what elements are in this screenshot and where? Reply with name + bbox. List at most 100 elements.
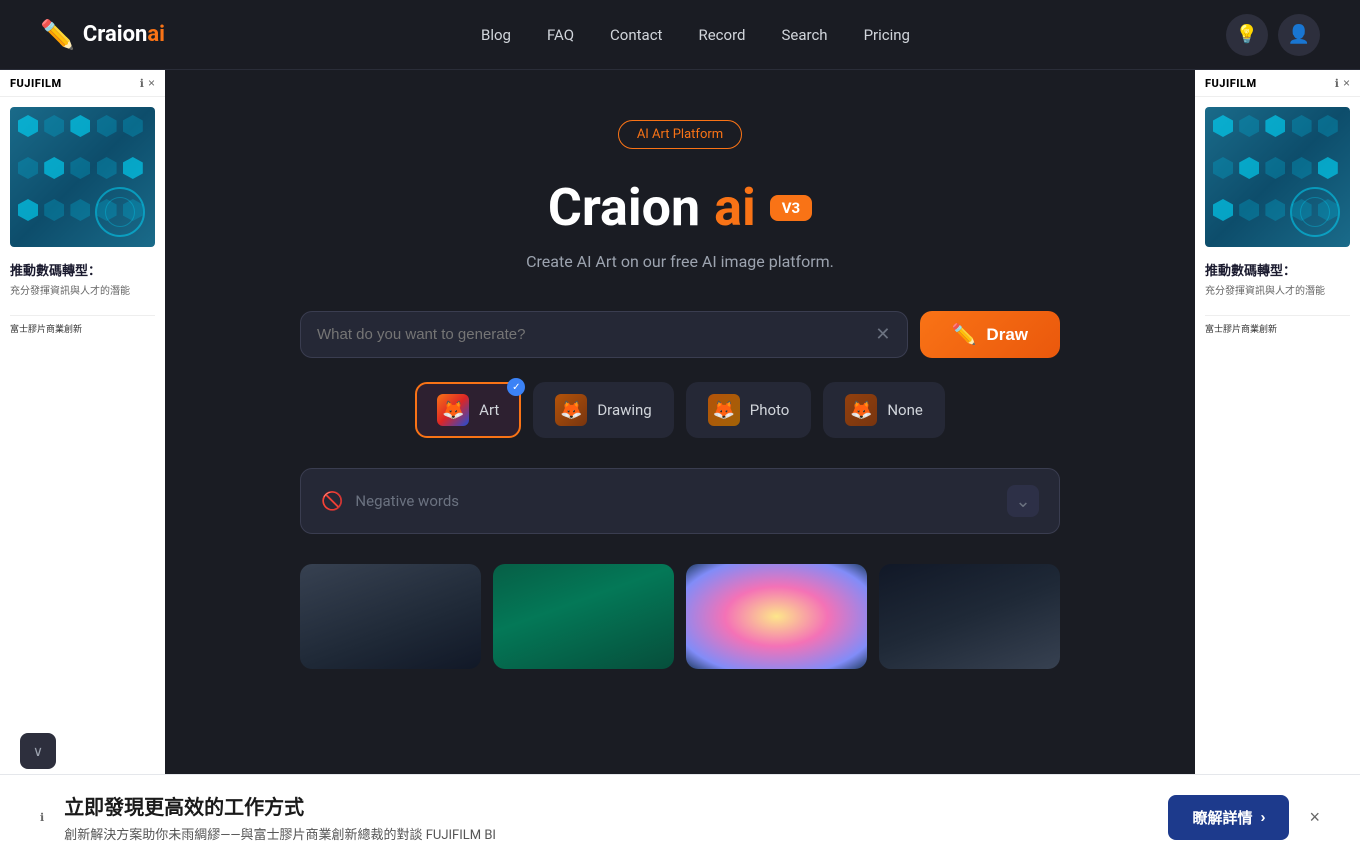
ad-close-right[interactable]: × [1343, 76, 1350, 90]
ad-title-left: 推動數碼轉型： [10, 263, 155, 281]
gallery-item-1[interactable] [300, 564, 481, 669]
negative-words-bar[interactable]: 🚫 Negative words ⌄ [300, 468, 1060, 534]
ad-circle-deco [95, 187, 145, 237]
gallery-item-4[interactable] [879, 564, 1060, 669]
bottom-ad-cta-arrow: › [1260, 809, 1265, 826]
user-account-button[interactable]: 👤 [1278, 14, 1320, 56]
clear-input-button[interactable]: ✕ [875, 324, 890, 345]
hex-cell [97, 157, 117, 179]
image-gallery [300, 564, 1060, 669]
heading-ai: ai [714, 177, 756, 238]
style-drawing-label: Drawing [597, 401, 651, 419]
style-photo[interactable]: 🦊 Photo [686, 382, 812, 438]
hex-cell [1213, 157, 1233, 179]
scroll-down-button[interactable]: ∨ [20, 733, 56, 769]
center-content: AI Art Platform Craion ai V3 Create AI A… [165, 70, 1195, 859]
ad-header-left: FUJIFILM ℹ × [0, 70, 165, 97]
hex-cell [1318, 157, 1338, 179]
style-art-thumb: 🦊 [437, 394, 469, 426]
hex-cell [97, 115, 117, 137]
user-icon: 👤 [1288, 24, 1310, 45]
hex-cell [44, 199, 64, 221]
nav-actions: 💡 👤 [1226, 14, 1320, 56]
main-subtitle: Create AI Art on our free AI image platf… [526, 252, 834, 271]
style-photo-label: Photo [750, 401, 790, 419]
hex-cell [1239, 115, 1259, 137]
hex-cell [1265, 115, 1285, 137]
hex-cell [1239, 199, 1259, 221]
bottom-ad-cta-label: 瞭解詳情 [1192, 807, 1252, 828]
hex-cell [70, 199, 90, 221]
logo-pencil-icon: ✏️ [40, 18, 75, 51]
ad-hex-pattern-left [10, 107, 155, 247]
logo-wordmark: Craionai [83, 22, 165, 47]
ad-header-right: FUJIFILM ℹ × [1195, 70, 1360, 97]
ad-info-icon-right: ℹ [1335, 77, 1339, 90]
ad-info-icon-left: ℹ [140, 77, 144, 90]
bottom-ad-close-button[interactable]: × [1309, 807, 1320, 828]
nav-links: Blog FAQ Contact Record Search Pricing [467, 25, 924, 44]
ad-brand-right: FUJIFILM [1205, 77, 1257, 90]
style-drawing[interactable]: 🦊 Drawing [533, 382, 673, 438]
nav-search[interactable]: Search [767, 18, 841, 52]
ad-circle-deco-right [1290, 187, 1340, 237]
theme-toggle-button[interactable]: 💡 [1226, 14, 1268, 56]
nav-record[interactable]: Record [684, 18, 759, 52]
gallery-item-3[interactable] [686, 564, 867, 669]
logo-craion: Craion [83, 22, 147, 47]
main-heading: Craion ai V3 [548, 177, 812, 238]
hex-cell [1292, 115, 1312, 137]
style-art[interactable]: ✓ 🦊 Art [415, 382, 521, 438]
hex-cell [18, 115, 38, 137]
nav-contact[interactable]: Contact [596, 18, 676, 52]
style-none-label: None [887, 401, 923, 419]
bottom-ad-text: 立即發現更高效的工作方式 創新解決方案助你未雨綢繆——與富士膠片商業創新總裁的對… [64, 791, 1148, 843]
style-photo-thumb: 🦊 [708, 394, 740, 426]
hex-cell [1265, 199, 1285, 221]
hex-cell [44, 115, 64, 137]
style-drawing-thumb: 🦊 [555, 394, 587, 426]
ad-text-left: 推動數碼轉型： 充分發揮資訊與人才的潛能 [10, 255, 155, 307]
nav-pricing[interactable]: Pricing [850, 18, 924, 52]
version-badge: V3 [770, 195, 812, 221]
style-selector: ✓ 🦊 Art 🦊 Drawing 🦊 Photo 🦊 None [415, 382, 945, 438]
draw-button-icon: ✏️ [952, 322, 977, 347]
ad-title-right: 推動數碼轉型： [1205, 263, 1350, 281]
search-bar-container: ✕ ✏️ Draw [300, 311, 1060, 358]
ad-logo-bottom-left: 富士膠片商業創新 [10, 315, 155, 335]
hex-cell [70, 115, 90, 137]
hex-cell [1239, 157, 1259, 179]
ad-close-left[interactable]: × [148, 76, 155, 90]
draw-button[interactable]: ✏️ Draw [920, 311, 1060, 358]
hex-cell [123, 115, 143, 137]
bottom-ad-info-icon: ℹ [40, 811, 44, 824]
hex-cell [1265, 157, 1285, 179]
logo[interactable]: ✏️ Craionai [40, 18, 165, 51]
bottom-ad-info: ℹ [40, 811, 44, 824]
ad-text-right: 推動數碼轉型： 充分發揮資訊與人才的潛能 [1205, 255, 1350, 307]
style-none[interactable]: 🦊 None [823, 382, 945, 438]
ad-logo-bottom-right: 富士膠片商業創新 [1205, 315, 1350, 335]
platform-badge: AI Art Platform [618, 120, 742, 149]
nav-faq[interactable]: FAQ [533, 18, 588, 52]
hex-cell [70, 157, 90, 179]
ad-body-left: 推動數碼轉型： 充分發揮資訊與人才的潛能 富士膠片商業創新 [0, 97, 165, 637]
hex-cell [18, 199, 38, 221]
negative-words-expand-button[interactable]: ⌄ [1007, 485, 1039, 517]
gallery-item-2[interactable] [493, 564, 674, 669]
ad-subtitle-right: 充分發揮資訊與人才的潛能 [1205, 285, 1350, 299]
style-art-label: Art [479, 401, 499, 419]
prompt-input[interactable] [317, 312, 867, 357]
negative-words-placeholder: Negative words [355, 492, 995, 510]
ad-body-right: 推動數碼轉型： 充分發揮資訊與人才的潛能 富士膠片商業創新 [1195, 97, 1360, 637]
ad-brand-left: FUJIFILM [10, 77, 62, 90]
heading-craion: Craion [548, 177, 700, 238]
bottom-ad-title: 立即發現更高效的工作方式 [64, 791, 1148, 820]
bottom-ad-cta-button[interactable]: 瞭解詳情 › [1168, 795, 1289, 840]
style-none-thumb: 🦊 [845, 394, 877, 426]
nav-blog[interactable]: Blog [467, 18, 525, 52]
main-wrapper: FUJIFILM ℹ × [0, 70, 1360, 859]
style-art-check: ✓ [507, 378, 525, 396]
hex-cell [1292, 157, 1312, 179]
bottom-ad-banner: ℹ 立即發現更高效的工作方式 創新解決方案助你未雨綢繆——與富士膠片商業創新總裁… [0, 774, 1360, 859]
